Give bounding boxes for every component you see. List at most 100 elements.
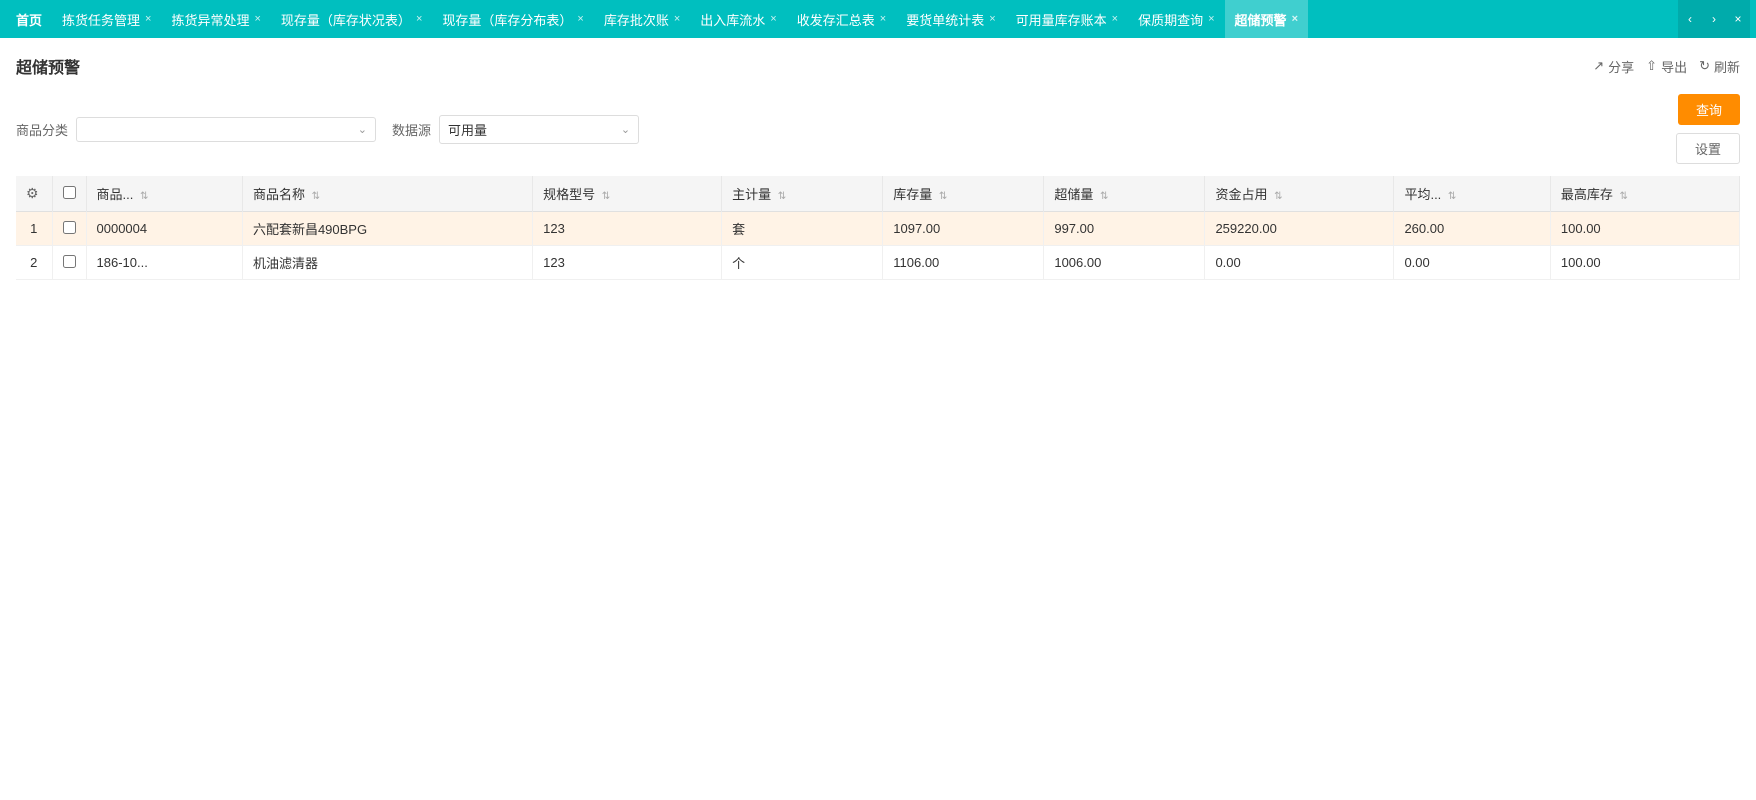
nav-tab-home[interactable]: 首页 (6, 0, 52, 38)
share-icon: ↗ (1593, 58, 1604, 74)
th-gear[interactable]: ⚙ (16, 176, 52, 212)
th-spec[interactable]: 规格型号 ⇅ (533, 176, 722, 212)
th-max-stock-label: 最高库存 (1561, 187, 1613, 202)
close-tab-batch[interactable]: × (674, 13, 680, 25)
row-unit-1: 个 (722, 246, 883, 280)
row-capital-0: 259220.00 (1205, 212, 1394, 246)
refresh-icon: ↻ (1699, 58, 1710, 74)
category-select[interactable]: ⌄ (76, 117, 376, 142)
datasource-value: 可用量 (448, 120, 487, 139)
nav-tab-inventory-dist[interactable]: 现存量（库存分布表）× (432, 0, 593, 38)
nav-tab-order-stat[interactable]: 要货单统计表× (896, 0, 1005, 38)
row-stock-0: 1097.00 (883, 212, 1044, 246)
datasource-arrow-icon: ⌄ (621, 123, 630, 136)
close-tab-available[interactable]: × (1112, 13, 1118, 25)
th-avg[interactable]: 平均... ⇅ (1394, 176, 1550, 212)
th-max-stock[interactable]: 最高库存 ⇅ (1550, 176, 1739, 212)
th-product-code[interactable]: 商品... ⇅ (86, 176, 242, 212)
row-check-1[interactable] (63, 255, 76, 268)
close-tab-inventory-dist[interactable]: × (577, 13, 583, 25)
th-spec-label: 规格型号 (543, 187, 595, 202)
th-capital-sort-icon: ⇅ (1274, 191, 1282, 202)
data-table: ⚙ 商品... ⇅ 商品名称 ⇅ 规格型号 ⇅ 主计量 (16, 176, 1740, 280)
row-unit-0: 套 (722, 212, 883, 246)
datasource-label: 数据源 (392, 120, 431, 139)
nav-tab-available[interactable]: 可用量库存账本× (1006, 0, 1128, 38)
th-stock[interactable]: 库存量 ⇅ (883, 176, 1044, 212)
th-spec-sort-icon: ⇅ (602, 191, 610, 202)
row-checkbox-0[interactable] (52, 212, 86, 246)
row-avg-1: 0.00 (1394, 246, 1550, 280)
row-spec-1: 123 (533, 246, 722, 280)
row-stock-1: 1106.00 (883, 246, 1044, 280)
nav-close-arrow[interactable]: × (1726, 0, 1750, 38)
category-filter: 商品分类 ⌄ (16, 117, 376, 142)
nav-tab-task[interactable]: 拣货任务管理× (52, 0, 161, 38)
share-button[interactable]: ↗ 分享 (1593, 57, 1634, 76)
th-checkbox[interactable] (52, 176, 86, 212)
row-capital-1: 0.00 (1205, 246, 1394, 280)
filter-row: 商品分类 ⌄ 数据源 可用量 ⌄ 查询 设置 (16, 94, 1740, 164)
th-unit-label: 主计量 (732, 187, 771, 202)
close-tab-overstock[interactable]: × (1292, 13, 1298, 25)
th-overstock[interactable]: 超储量 ⇅ (1044, 176, 1205, 212)
row-check-0[interactable] (63, 221, 76, 234)
category-label: 商品分类 (16, 120, 68, 139)
page-title: 超储预警 (16, 54, 80, 78)
close-tab-flow[interactable]: × (770, 13, 776, 25)
th-max-stock-sort-icon: ⇅ (1620, 191, 1628, 202)
category-value (85, 122, 89, 137)
export-button[interactable]: ⇧ 导出 (1646, 57, 1687, 76)
page-header: 超储预警 ↗ 分享 ⇧ 导出 ↻ 刷新 (16, 54, 1740, 78)
query-button[interactable]: 查询 (1678, 94, 1740, 125)
row-product-code-1: 186-10... (86, 246, 242, 280)
gear-icon[interactable]: ⚙ (26, 185, 39, 201)
nav-tab-abnormal[interactable]: 拣货异常处理× (161, 0, 270, 38)
th-avg-sort-icon: ⇅ (1448, 191, 1456, 202)
close-tab-inventory-status[interactable]: × (416, 13, 422, 25)
table-header-row: ⚙ 商品... ⇅ 商品名称 ⇅ 规格型号 ⇅ 主计量 (16, 176, 1740, 212)
th-product-name[interactable]: 商品名称 ⇅ (242, 176, 532, 212)
nav-arrows: ‹ › × (1678, 0, 1750, 38)
th-unit[interactable]: 主计量 ⇅ (722, 176, 883, 212)
th-avg-label: 平均... (1404, 187, 1441, 202)
th-capital[interactable]: 资金占用 ⇅ (1205, 176, 1394, 212)
row-spec-0: 123 (533, 212, 722, 246)
top-nav: 首页拣货任务管理×拣货异常处理×现存量（库存状况表）×现存量（库存分布表）×库存… (0, 0, 1756, 38)
th-stock-sort-icon: ⇅ (939, 191, 947, 202)
nav-tab-overstock[interactable]: 超储预警× (1225, 0, 1308, 38)
nav-tab-batch[interactable]: 库存批次账× (594, 0, 690, 38)
table-row: 2 186-10... 机油滤清器 123 个 1106.00 1006.00 … (16, 246, 1740, 280)
close-tab-collect[interactable]: × (880, 13, 886, 25)
datasource-select[interactable]: 可用量 ⌄ (439, 115, 639, 144)
th-overstock-label: 超储量 (1054, 187, 1093, 202)
close-tab-quality[interactable]: × (1208, 13, 1214, 25)
nav-tab-flow[interactable]: 出入库流水× (690, 0, 786, 38)
page-container: 超储预警 ↗ 分享 ⇧ 导出 ↻ 刷新 商品分类 ⌄ 数据源 (0, 38, 1756, 800)
row-product-name-0: 六配套新昌490BPG (242, 212, 532, 246)
row-num-1: 2 (16, 246, 52, 280)
nav-tab-collect[interactable]: 收发存汇总表× (787, 0, 896, 38)
nav-left-arrow[interactable]: ‹ (1678, 0, 1702, 38)
row-checkbox-1[interactable] (52, 246, 86, 280)
th-unit-sort-icon: ⇅ (778, 191, 786, 202)
row-overstock-0: 997.00 (1044, 212, 1205, 246)
nav-tab-quality[interactable]: 保质期查询× (1128, 0, 1224, 38)
close-tab-order-stat[interactable]: × (989, 13, 995, 25)
th-capital-label: 资金占用 (1215, 187, 1267, 202)
row-overstock-1: 1006.00 (1044, 246, 1205, 280)
th-product-code-sort-icon: ⇅ (140, 191, 148, 202)
row-product-code-0: 0000004 (86, 212, 242, 246)
close-tab-abnormal[interactable]: × (254, 13, 260, 25)
select-all-checkbox[interactable] (63, 186, 76, 199)
row-num-0: 1 (16, 212, 52, 246)
refresh-button[interactable]: ↻ 刷新 (1699, 57, 1740, 76)
header-actions: ↗ 分享 ⇧ 导出 ↻ 刷新 (1593, 57, 1740, 76)
row-avg-0: 260.00 (1394, 212, 1550, 246)
close-tab-task[interactable]: × (145, 13, 151, 25)
settings-button[interactable]: 设置 (1676, 133, 1740, 164)
nav-right-arrow[interactable]: › (1702, 0, 1726, 38)
table-row: 1 0000004 六配套新昌490BPG 123 套 1097.00 997.… (16, 212, 1740, 246)
export-icon: ⇧ (1646, 58, 1657, 74)
nav-tab-inventory-status[interactable]: 现存量（库存状况表）× (271, 0, 432, 38)
